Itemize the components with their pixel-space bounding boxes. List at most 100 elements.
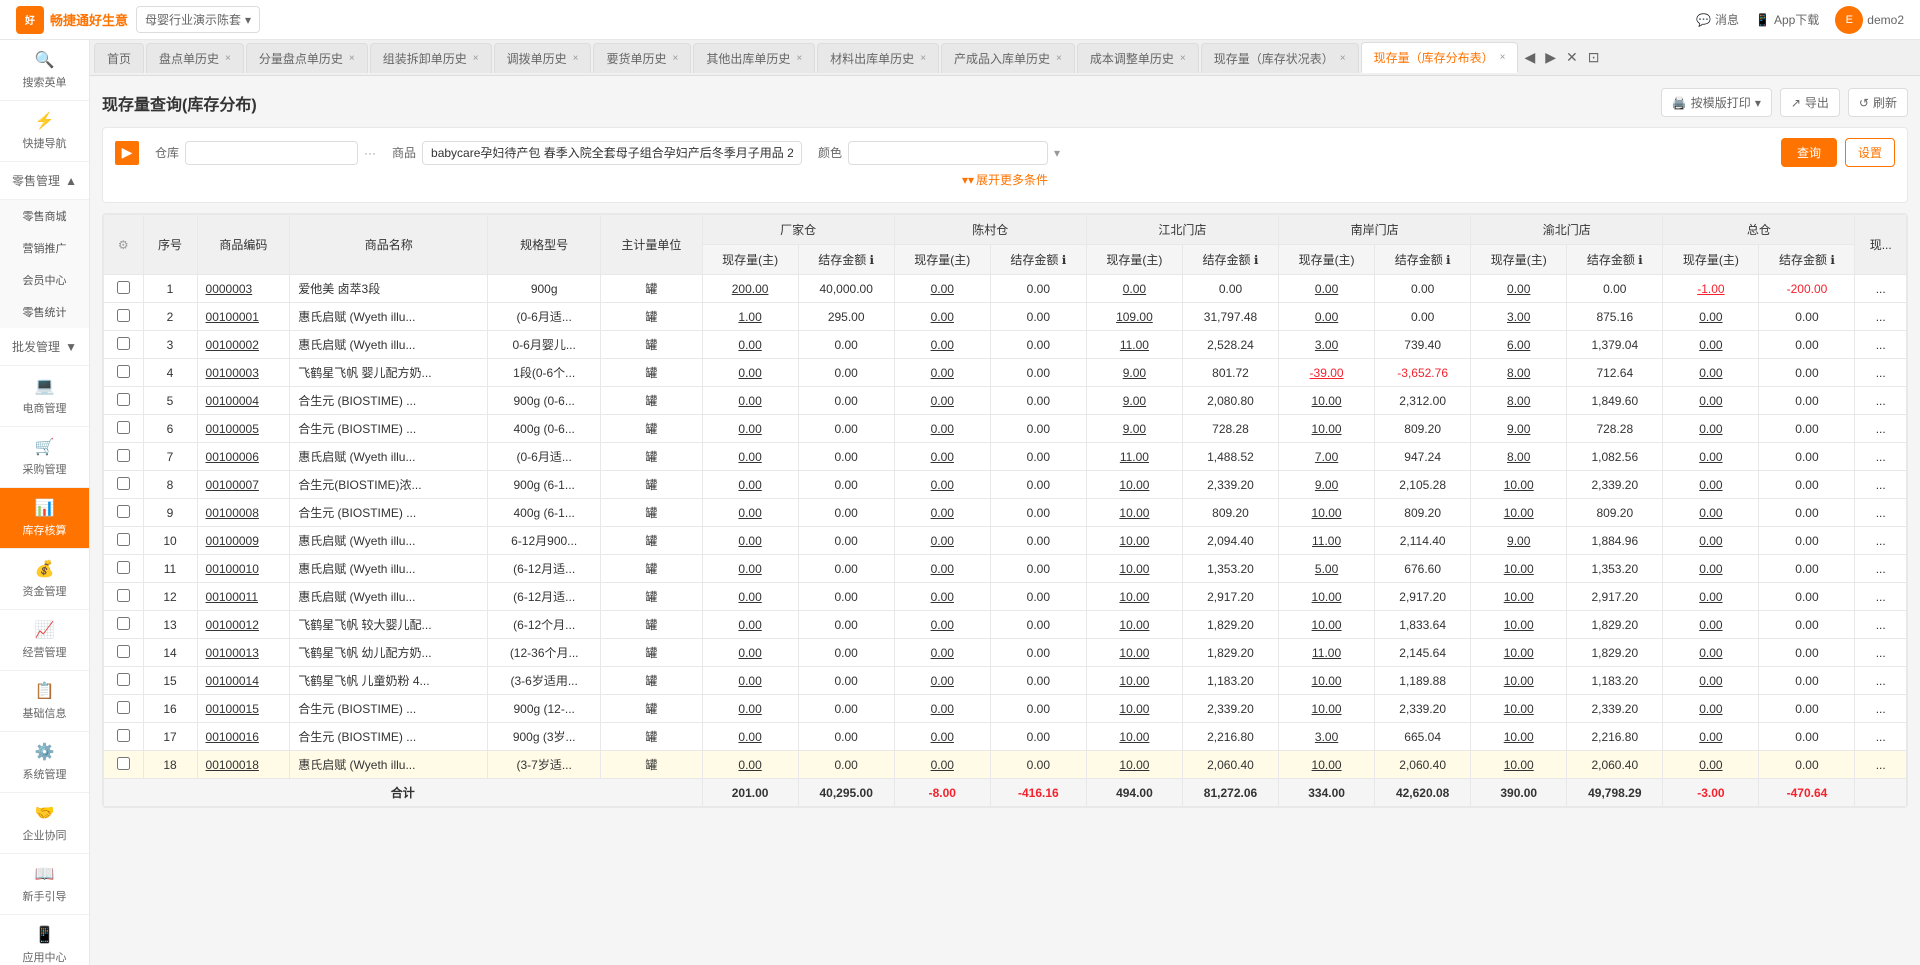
td-code[interactable]: 00100001 [197,303,290,331]
td-fac-cur[interactable]: 0.00 [702,499,798,527]
tab-cost-adjust-close[interactable]: × [1180,53,1186,64]
td-fac-cur[interactable]: 0.00 [702,331,798,359]
td-total-cur[interactable]: 0.00 [1663,387,1759,415]
refresh-button[interactable]: ↺ 刷新 [1848,88,1908,117]
tab-other-out[interactable]: 其他出库单历史 × [693,43,815,73]
tab-check-sub-close[interactable]: × [349,53,355,64]
row-checkbox[interactable] [117,421,130,434]
message-action[interactable]: 💬 消息 [1696,11,1739,28]
td-jb-cur[interactable]: 10.00 [1086,639,1182,667]
td-total-cur[interactable]: 0.00 [1663,331,1759,359]
tab-next-btn[interactable]: ▶ [1541,45,1560,70]
td-yb-cur[interactable]: 10.00 [1471,583,1567,611]
sidebar-item-operations[interactable]: 📈 经营管理 [0,610,89,671]
tab-cost-adjust[interactable]: 成本调整单历史 × [1077,43,1199,73]
td-jb-cur[interactable]: 10.00 [1086,471,1182,499]
td-nm-cur[interactable]: 3.00 [1279,331,1375,359]
td-fac-cur[interactable]: 0.00 [702,583,798,611]
tab-other-out-close[interactable]: × [796,53,802,64]
td-fac-cur[interactable]: 0.00 [702,639,798,667]
td-nm-cur[interactable]: 0.00 [1279,303,1375,331]
td-nm-cur[interactable]: 10.00 [1279,387,1375,415]
td-total-cur[interactable]: 0.00 [1663,443,1759,471]
row-checkbox[interactable] [117,729,130,742]
tab-expand-btn[interactable]: ⊡ [1584,45,1604,70]
td-total-cur[interactable]: 0.00 [1663,359,1759,387]
print-button[interactable]: 🖨️ 按模版打印 ▾ [1661,88,1772,117]
row-checkbox[interactable] [117,701,130,714]
product-input[interactable] [422,141,802,165]
td-code[interactable]: 00100011 [197,583,290,611]
td-jb-cur[interactable]: 10.00 [1086,499,1182,527]
td-checkbox[interactable] [104,583,144,611]
export-button[interactable]: ↗ 导出 [1780,88,1840,117]
td-chen-cur[interactable]: 0.00 [894,275,990,303]
app-download-action[interactable]: 📱 App下载 [1755,11,1819,28]
td-nm-cur[interactable]: 11.00 [1279,639,1375,667]
tab-requisition[interactable]: 要货单历史 × [593,43,691,73]
td-code[interactable]: 00100007 [197,471,290,499]
td-fac-cur[interactable]: 0.00 [702,527,798,555]
td-total-cur[interactable]: 0.00 [1663,583,1759,611]
query-button[interactable]: 查询 [1781,138,1837,167]
td-nm-cur[interactable]: 11.00 [1279,527,1375,555]
td-chen-cur[interactable]: 0.00 [894,331,990,359]
td-chen-cur[interactable]: 0.00 [894,611,990,639]
sidebar-item-purchase[interactable]: 🛒 采购管理 [0,427,89,488]
td-total-cur[interactable]: -1.00 [1663,275,1759,303]
td-code[interactable]: 00100014 [197,667,290,695]
td-jb-cur[interactable]: 0.00 [1086,275,1182,303]
td-checkbox[interactable] [104,751,144,779]
sidebar-item-retail[interactable]: 零售管理 ▲ [0,162,89,200]
row-checkbox[interactable] [117,505,130,518]
td-jb-cur[interactable]: 9.00 [1086,387,1182,415]
td-nm-cur[interactable]: -39.00 [1279,359,1375,387]
td-fac-cur[interactable]: 0.00 [702,359,798,387]
td-checkbox[interactable] [104,387,144,415]
tab-product-in[interactable]: 产成品入库单历史 × [941,43,1075,73]
td-chen-cur[interactable]: 0.00 [894,387,990,415]
row-checkbox[interactable] [117,645,130,658]
row-checkbox[interactable] [117,589,130,602]
tab-product-in-close[interactable]: × [1056,53,1062,64]
td-checkbox[interactable] [104,303,144,331]
td-yb-cur[interactable]: 10.00 [1471,555,1567,583]
tab-prev-btn[interactable]: ◀ [1520,45,1539,70]
td-chen-cur[interactable]: 0.00 [894,443,990,471]
td-jb-cur[interactable]: 10.00 [1086,583,1182,611]
sidebar-item-member-center[interactable]: 会员中心 [0,264,89,296]
td-code[interactable]: 00100004 [197,387,290,415]
td-fac-cur[interactable]: 0.00 [702,443,798,471]
td-checkbox[interactable] [104,443,144,471]
td-nm-cur[interactable]: 10.00 [1279,611,1375,639]
row-checkbox[interactable] [117,309,130,322]
td-checkbox[interactable] [104,331,144,359]
expand-button[interactable]: ▾▾ 展开更多条件 [962,171,1048,188]
td-chen-cur[interactable]: 0.00 [894,415,990,443]
td-jb-cur[interactable]: 10.00 [1086,723,1182,751]
td-code[interactable]: 00100008 [197,499,290,527]
td-chen-cur[interactable]: 0.00 [894,751,990,779]
td-yb-cur[interactable]: 10.00 [1471,471,1567,499]
store-selector[interactable]: 母婴行业演示陈套 ▾ [136,6,260,33]
row-checkbox[interactable] [117,393,130,406]
warehouse-input[interactable] [185,141,358,165]
td-code[interactable]: 00100015 [197,695,290,723]
td-checkbox[interactable] [104,499,144,527]
sidebar-item-enterprise[interactable]: 🤝 企业协同 [0,793,89,854]
td-total-cur[interactable]: 0.00 [1663,695,1759,723]
tab-inventory-dist-close[interactable]: × [1500,52,1506,63]
td-nm-cur[interactable]: 10.00 [1279,583,1375,611]
td-chen-cur[interactable]: 0.00 [894,499,990,527]
sidebar-item-guide[interactable]: 📖 新手引导 [0,854,89,915]
user-action[interactable]: E demo2 [1835,6,1904,34]
tab-material-out-close[interactable]: × [920,53,926,64]
td-total-cur[interactable]: 0.00 [1663,611,1759,639]
td-fac-cur[interactable]: 200.00 [702,275,798,303]
sidebar-item-retail-mall[interactable]: 零售商城 [0,200,89,232]
row-checkbox[interactable] [117,617,130,630]
td-fac-cur[interactable]: 0.00 [702,387,798,415]
td-nm-cur[interactable]: 10.00 [1279,695,1375,723]
td-nm-cur[interactable]: 10.00 [1279,667,1375,695]
sidebar-item-basic[interactable]: 📋 基础信息 [0,671,89,732]
